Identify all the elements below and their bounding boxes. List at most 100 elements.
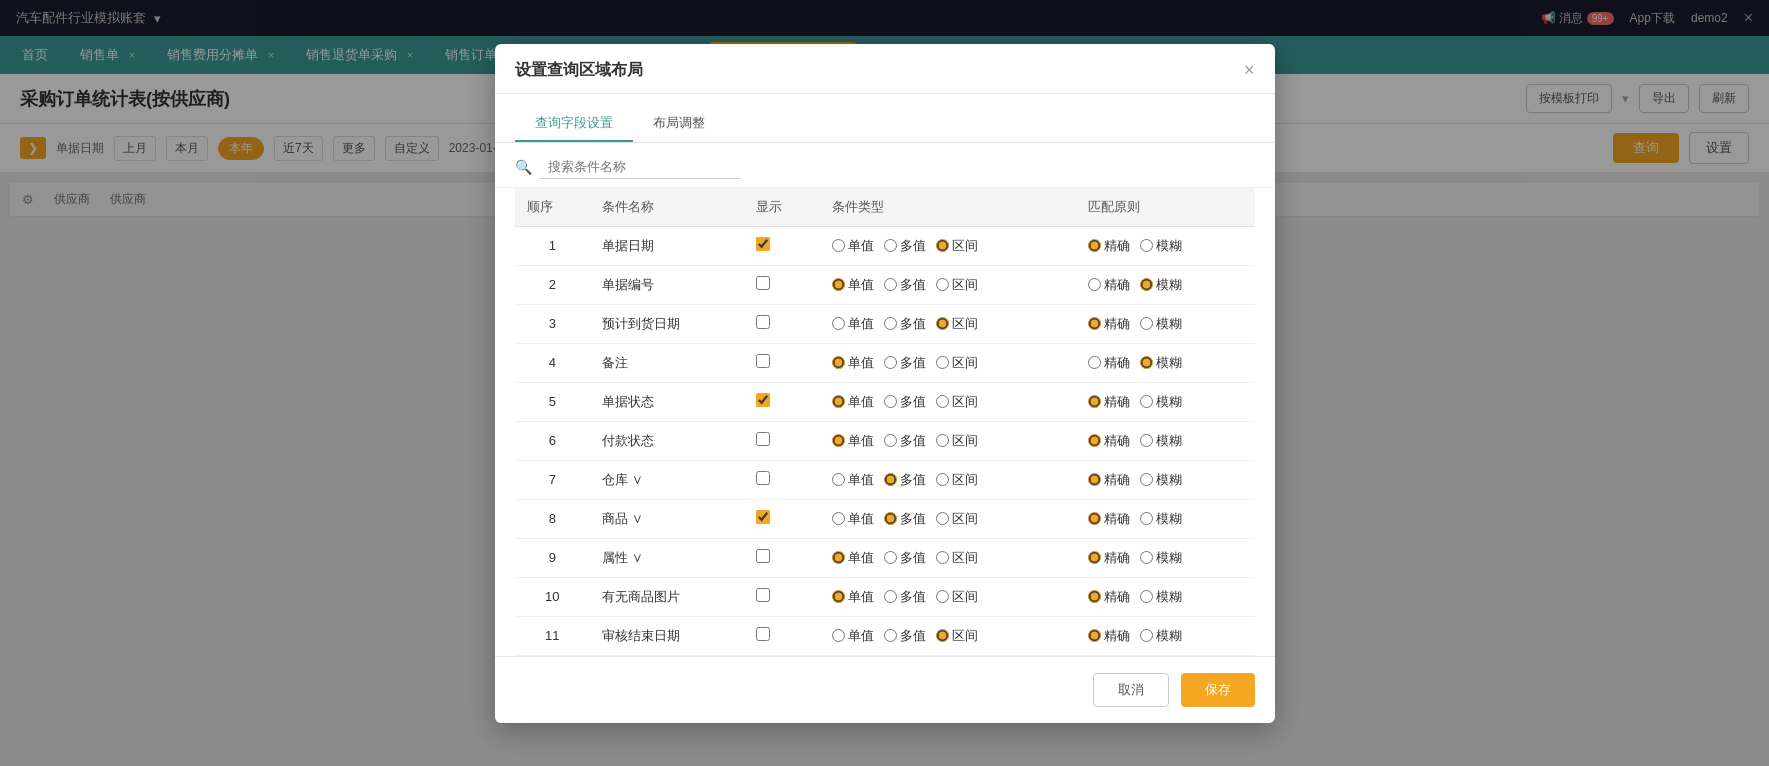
display-checkbox-7[interactable] bbox=[756, 471, 770, 485]
type-radio-区间-4[interactable] bbox=[936, 356, 949, 369]
row-match-7[interactable]: 精确模糊 bbox=[1076, 460, 1254, 499]
type-radio-单值-6[interactable] bbox=[832, 434, 845, 447]
save-button[interactable]: 保存 bbox=[1181, 673, 1255, 707]
match-option-模糊-9[interactable]: 模糊 bbox=[1140, 549, 1182, 567]
match-radio-模糊-1[interactable] bbox=[1140, 239, 1153, 252]
display-checkbox-4[interactable] bbox=[756, 354, 770, 368]
match-radio-精确-3[interactable] bbox=[1088, 317, 1101, 330]
row-match-6[interactable]: 精确模糊 bbox=[1076, 421, 1254, 460]
type-option-多值-4[interactable]: 多值 bbox=[884, 354, 926, 372]
type-option-多值-5[interactable]: 多值 bbox=[884, 393, 926, 411]
match-option-模糊-11[interactable]: 模糊 bbox=[1140, 627, 1182, 645]
type-radio-单值-1[interactable] bbox=[832, 239, 845, 252]
match-option-模糊-8[interactable]: 模糊 bbox=[1140, 510, 1182, 528]
row-display-5[interactable] bbox=[744, 382, 820, 421]
row-display-7[interactable] bbox=[744, 460, 820, 499]
row-match-5[interactable]: 精确模糊 bbox=[1076, 382, 1254, 421]
type-option-区间-1[interactable]: 区间 bbox=[936, 237, 978, 255]
row-type-8[interactable]: 单值多值区间 bbox=[820, 499, 1077, 538]
type-radio-多值-2[interactable] bbox=[884, 278, 897, 291]
type-radio-单值-8[interactable] bbox=[832, 512, 845, 525]
type-radio-单值-9[interactable] bbox=[832, 551, 845, 564]
type-radio-区间-3[interactable] bbox=[936, 317, 949, 330]
display-checkbox-10[interactable] bbox=[756, 588, 770, 602]
match-option-精确-9[interactable]: 精确 bbox=[1088, 549, 1130, 567]
match-radio-精确-9[interactable] bbox=[1088, 551, 1101, 564]
type-radio-单值-2[interactable] bbox=[832, 278, 845, 291]
row-type-5[interactable]: 单值多值区间 bbox=[820, 382, 1077, 421]
match-radio-精确-10[interactable] bbox=[1088, 590, 1101, 603]
type-option-区间-6[interactable]: 区间 bbox=[936, 432, 978, 450]
tab-query-fields[interactable]: 查询字段设置 bbox=[515, 106, 633, 142]
match-option-精确-4[interactable]: 精确 bbox=[1088, 354, 1130, 372]
match-option-精确-10[interactable]: 精确 bbox=[1088, 588, 1130, 606]
display-checkbox-11[interactable] bbox=[756, 627, 770, 641]
match-radio-模糊-2[interactable] bbox=[1140, 278, 1153, 291]
type-radio-单值-11[interactable] bbox=[832, 629, 845, 642]
display-checkbox-9[interactable] bbox=[756, 549, 770, 563]
row-type-6[interactable]: 单值多值区间 bbox=[820, 421, 1077, 460]
row-match-1[interactable]: 精确模糊 bbox=[1076, 226, 1254, 265]
match-radio-模糊-9[interactable] bbox=[1140, 551, 1153, 564]
type-option-多值-1[interactable]: 多值 bbox=[884, 237, 926, 255]
row-match-2[interactable]: 精确模糊 bbox=[1076, 265, 1254, 304]
match-option-精确-3[interactable]: 精确 bbox=[1088, 315, 1130, 333]
match-radio-精确-11[interactable] bbox=[1088, 629, 1101, 642]
display-checkbox-1[interactable] bbox=[756, 237, 770, 251]
row-type-7[interactable]: 单值多值区间 bbox=[820, 460, 1077, 499]
type-radio-区间-10[interactable] bbox=[936, 590, 949, 603]
type-option-区间-7[interactable]: 区间 bbox=[936, 471, 978, 489]
row-display-1[interactable] bbox=[744, 226, 820, 265]
type-radio-多值-10[interactable] bbox=[884, 590, 897, 603]
row-type-2[interactable]: 单值多值区间 bbox=[820, 265, 1077, 304]
row-type-4[interactable]: 单值多值区间 bbox=[820, 343, 1077, 382]
row-match-3[interactable]: 精确模糊 bbox=[1076, 304, 1254, 343]
match-radio-精确-5[interactable] bbox=[1088, 395, 1101, 408]
type-option-单值-11[interactable]: 单值 bbox=[832, 627, 874, 645]
type-option-区间-2[interactable]: 区间 bbox=[936, 276, 978, 294]
match-option-模糊-4[interactable]: 模糊 bbox=[1140, 354, 1182, 372]
type-option-区间-9[interactable]: 区间 bbox=[936, 549, 978, 567]
type-radio-区间-11[interactable] bbox=[936, 629, 949, 642]
type-radio-单值-4[interactable] bbox=[832, 356, 845, 369]
match-option-模糊-5[interactable]: 模糊 bbox=[1140, 393, 1182, 411]
row-display-4[interactable] bbox=[744, 343, 820, 382]
row-type-11[interactable]: 单值多值区间 bbox=[820, 616, 1077, 655]
match-option-精确-8[interactable]: 精确 bbox=[1088, 510, 1130, 528]
type-radio-单值-3[interactable] bbox=[832, 317, 845, 330]
type-option-多值-11[interactable]: 多值 bbox=[884, 627, 926, 645]
display-checkbox-5[interactable] bbox=[756, 393, 770, 407]
match-option-模糊-7[interactable]: 模糊 bbox=[1140, 471, 1182, 489]
type-option-多值-9[interactable]: 多值 bbox=[884, 549, 926, 567]
match-radio-精确-2[interactable] bbox=[1088, 278, 1101, 291]
type-radio-多值-1[interactable] bbox=[884, 239, 897, 252]
type-radio-多值-9[interactable] bbox=[884, 551, 897, 564]
type-option-区间-3[interactable]: 区间 bbox=[936, 315, 978, 333]
type-option-区间-4[interactable]: 区间 bbox=[936, 354, 978, 372]
modal-close-button[interactable]: × bbox=[1244, 60, 1255, 81]
type-radio-单值-5[interactable] bbox=[832, 395, 845, 408]
row-match-8[interactable]: 精确模糊 bbox=[1076, 499, 1254, 538]
type-option-多值-10[interactable]: 多值 bbox=[884, 588, 926, 606]
type-radio-区间-7[interactable] bbox=[936, 473, 949, 486]
cancel-button[interactable]: 取消 bbox=[1093, 673, 1169, 707]
row-match-4[interactable]: 精确模糊 bbox=[1076, 343, 1254, 382]
match-radio-模糊-6[interactable] bbox=[1140, 434, 1153, 447]
type-option-单值-9[interactable]: 单值 bbox=[832, 549, 874, 567]
type-option-多值-3[interactable]: 多值 bbox=[884, 315, 926, 333]
type-option-单值-2[interactable]: 单值 bbox=[832, 276, 874, 294]
match-radio-精确-4[interactable] bbox=[1088, 356, 1101, 369]
type-option-单值-6[interactable]: 单值 bbox=[832, 432, 874, 450]
match-radio-精确-6[interactable] bbox=[1088, 434, 1101, 447]
row-match-10[interactable]: 精确模糊 bbox=[1076, 577, 1254, 616]
type-radio-区间-6[interactable] bbox=[936, 434, 949, 447]
tab-layout-adjust[interactable]: 布局调整 bbox=[633, 106, 725, 142]
type-option-单值-4[interactable]: 单值 bbox=[832, 354, 874, 372]
match-option-精确-6[interactable]: 精确 bbox=[1088, 432, 1130, 450]
row-type-9[interactable]: 单值多值区间 bbox=[820, 538, 1077, 577]
type-option-单值-10[interactable]: 单值 bbox=[832, 588, 874, 606]
type-radio-多值-3[interactable] bbox=[884, 317, 897, 330]
match-option-精确-2[interactable]: 精确 bbox=[1088, 276, 1130, 294]
row-display-2[interactable] bbox=[744, 265, 820, 304]
type-radio-多值-11[interactable] bbox=[884, 629, 897, 642]
